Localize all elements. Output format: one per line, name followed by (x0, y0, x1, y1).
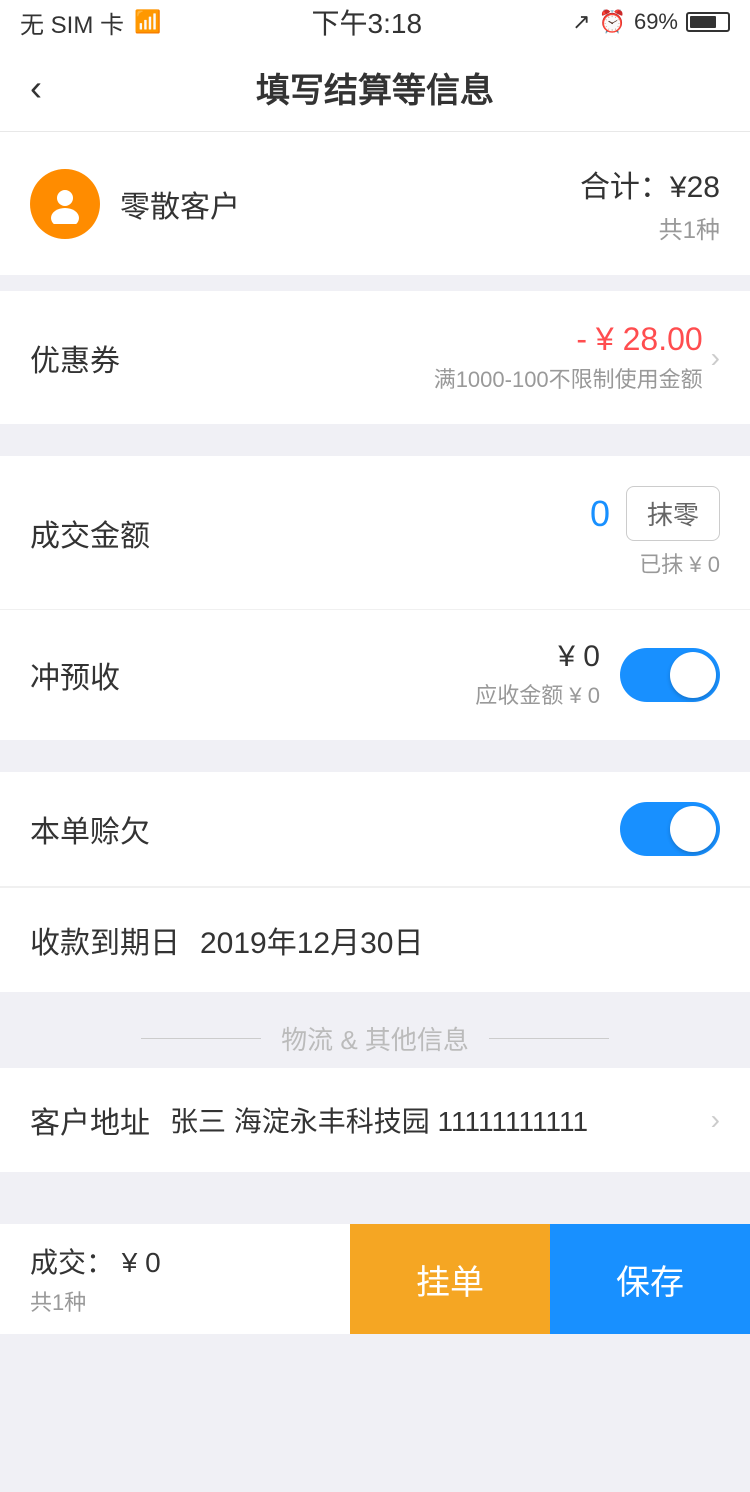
credit-toggle[interactable] (620, 802, 720, 856)
status-time: 下午3:18 (312, 2, 423, 42)
back-button[interactable]: ‹ (30, 67, 42, 109)
save-button[interactable]: 保存 (550, 1224, 750, 1334)
coupon-desc: 满1000-100不限制使用金额 (434, 362, 703, 394)
deal-amount-right: 0 抹零 已抹 ¥ 0 (590, 486, 720, 579)
separator-1 (0, 440, 750, 456)
address-label: 客户地址 (30, 1098, 150, 1142)
deal-amount-row: 成交金额 0 抹零 已抹 ¥ 0 (0, 456, 750, 610)
prepayment-toggle[interactable] (620, 648, 720, 702)
location-icon: ↗ (572, 9, 590, 35)
total-count: 共1种 (580, 210, 720, 245)
carrier-label: 无 SIM 卡 (20, 5, 124, 40)
deal-sub-text: 已抹 ¥ 0 (639, 547, 720, 579)
coupon-label: 优惠券 (30, 336, 120, 380)
pending-button[interactable]: 挂单 (350, 1224, 550, 1334)
status-left: 无 SIM 卡 📶 (20, 5, 161, 40)
credit-section: 本单赊欠 收款到期日 2019年12月30日 (0, 772, 750, 992)
deal-amount-value: 0 (590, 493, 610, 535)
bottom-bar: 成交： ¥ 0 共1种 挂单 保存 (0, 1224, 750, 1334)
status-bar: 无 SIM 卡 📶 下午3:18 ↗ ⏰ 69% (0, 0, 750, 44)
toggle-knob (670, 652, 716, 698)
logistics-label: 物流 & 其他信息 (141, 1020, 609, 1057)
prepayment-amounts: ¥ 0 应收金额 ¥ 0 (475, 640, 600, 710)
separator-2 (0, 756, 750, 772)
coupon-right: - ¥ 28.00 满1000-100不限制使用金额 (434, 321, 703, 394)
bottom-deal-value: ¥ 0 (122, 1247, 161, 1278)
round-off-button[interactable]: 抹零 (626, 486, 720, 541)
prepayment-row: 冲预收 ¥ 0 应收金额 ¥ 0 (0, 610, 750, 740)
battery-icon (686, 12, 730, 32)
due-date-row: 收款到期日 2019年12月30日 (30, 918, 720, 962)
bottom-summary: 成交： ¥ 0 共1种 (0, 1241, 350, 1317)
alarm-icon: ⏰ (599, 9, 626, 35)
customer-left: 零散客户 (30, 169, 240, 239)
credit-toggle-knob (670, 806, 716, 852)
customer-right: 合计：¥28 共1种 (580, 162, 720, 245)
prepayment-sub: 应收金额 ¥ 0 (475, 678, 600, 710)
page-title: 填写结算等信息 (256, 63, 494, 112)
prepayment-right: ¥ 0 应收金额 ¥ 0 (475, 640, 720, 710)
coupon-arrow-icon: › (711, 342, 720, 374)
prepayment-label: 冲预收 (30, 653, 120, 697)
address-left: 客户地址 张三 海淀永丰科技园 11111111111 (30, 1098, 588, 1142)
wifi-icon: 📶 (134, 9, 161, 35)
credit-row: 本单赊欠 (0, 772, 750, 887)
address-arrow-icon: › (711, 1104, 720, 1136)
deal-top: 0 抹零 (590, 486, 720, 541)
customer-name: 零散客户 (120, 182, 240, 226)
total-amount: 合计：¥28 (580, 162, 720, 206)
bottom-deal-row: 成交： ¥ 0 (30, 1241, 320, 1281)
coupon-row[interactable]: 优惠券 - ¥ 28.00 满1000-100不限制使用金额 › (0, 291, 750, 424)
due-date-label: 收款到期日 (30, 918, 180, 962)
coupon-value-block: - ¥ 28.00 满1000-100不限制使用金额 › (434, 321, 720, 394)
address-value: 张三 海淀永丰科技园 11111111111 (170, 1100, 588, 1140)
address-section[interactable]: 客户地址 张三 海淀永丰科技园 11111111111 › (0, 1068, 750, 1172)
bottom-deal-label: 成交： (30, 1247, 114, 1278)
battery-percent: 69% (634, 9, 678, 35)
coupon-amount: - ¥ 28.00 (434, 321, 703, 358)
credit-label: 本单赊欠 (30, 807, 150, 851)
coupon-section: 优惠券 - ¥ 28.00 满1000-100不限制使用金额 › (0, 291, 750, 424)
bottom-count: 共1种 (30, 1285, 320, 1317)
due-date-value: 2019年12月30日 (200, 918, 423, 962)
logistics-divider: 物流 & 其他信息 (0, 1008, 750, 1068)
deal-section: 成交金额 0 抹零 已抹 ¥ 0 冲预收 ¥ 0 应收金额 ¥ 0 (0, 456, 750, 740)
deal-amount-label: 成交金额 (30, 511, 150, 555)
status-right: ↗ ⏰ 69% (572, 9, 730, 35)
customer-section: 零散客户 合计：¥28 共1种 (0, 132, 750, 275)
prepayment-main: ¥ 0 (475, 640, 600, 674)
nav-bar: ‹ 填写结算等信息 (0, 44, 750, 132)
avatar (30, 169, 100, 239)
due-date-section: 收款到期日 2019年12月30日 (0, 887, 750, 992)
